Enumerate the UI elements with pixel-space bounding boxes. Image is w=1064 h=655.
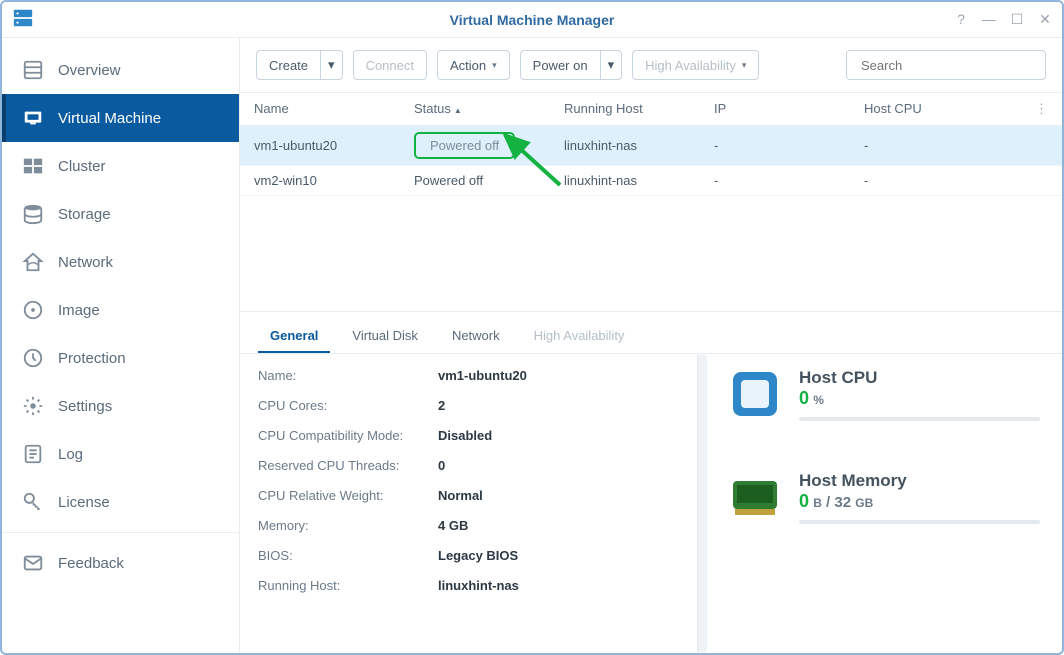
sidebar-item-feedback[interactable]: Feedback bbox=[2, 539, 239, 587]
toolbar: Create ▾ Connect Action Power on ▾ High … bbox=[240, 38, 1062, 93]
prop-key-rhost: Running Host: bbox=[258, 578, 438, 593]
sidebar-item-label: Virtual Machine bbox=[58, 110, 161, 127]
window-title: Virtual Machine Manager bbox=[2, 12, 1062, 28]
sidebar-item-label: Log bbox=[58, 446, 83, 463]
sidebar-item-label: Feedback bbox=[58, 555, 124, 572]
cell-name: vm2-win10 bbox=[240, 165, 400, 195]
stat-mem-bar bbox=[799, 520, 1040, 524]
sidebar-item-storage[interactable]: Storage bbox=[2, 190, 239, 238]
cpu-icon bbox=[729, 368, 781, 420]
table-row[interactable]: vm2-win10 Powered off linuxhint-nas - - bbox=[240, 165, 1062, 195]
detail-panel: General Virtual Disk Network High Availa… bbox=[240, 311, 1062, 653]
sort-asc-icon: ▲ bbox=[454, 106, 462, 115]
cell-cpu: - bbox=[850, 125, 1062, 165]
cell-cpu: - bbox=[850, 165, 1062, 195]
sidebar-item-label: Overview bbox=[58, 62, 121, 79]
col-host-cpu[interactable]: Host CPU⋮ bbox=[850, 93, 1062, 125]
sidebar-item-cluster[interactable]: Cluster bbox=[2, 142, 239, 190]
vm-table: Name Status▲ Running Host IP Host CPU⋮ v… bbox=[240, 93, 1062, 196]
detail-tabs: General Virtual Disk Network High Availa… bbox=[240, 312, 1062, 354]
prop-key-reserved: Reserved CPU Threads: bbox=[258, 458, 438, 473]
sidebar-item-label: Network bbox=[58, 254, 113, 271]
prop-val-memory: 4 GB bbox=[438, 518, 468, 533]
power-on-dropdown-icon[interactable]: ▾ bbox=[600, 50, 623, 80]
prop-val-compat: Disabled bbox=[438, 428, 492, 443]
stat-host-memory: Host Memory 0 B / 32 GB bbox=[729, 471, 1040, 524]
search-input[interactable] bbox=[861, 58, 1037, 73]
scrollbar[interactable] bbox=[699, 354, 707, 653]
create-dropdown-icon[interactable]: ▾ bbox=[320, 50, 343, 80]
sidebar-item-license[interactable]: License bbox=[2, 478, 239, 526]
prop-key-cores: CPU Cores: bbox=[258, 398, 438, 413]
search-box[interactable] bbox=[846, 50, 1046, 80]
prop-val-weight: Normal bbox=[438, 488, 483, 503]
create-button[interactable]: Create bbox=[256, 50, 320, 80]
stat-host-cpu: Host CPU 0 % bbox=[729, 368, 1040, 421]
prop-val-reserved: 0 bbox=[438, 458, 445, 473]
prop-key-memory: Memory: bbox=[258, 518, 438, 533]
cell-ip: - bbox=[700, 125, 850, 165]
sidebar-item-overview[interactable]: Overview bbox=[2, 46, 239, 94]
main-panel: Create ▾ Connect Action Power on ▾ High … bbox=[240, 38, 1062, 653]
vm-table-wrap: Name Status▲ Running Host IP Host CPU⋮ v… bbox=[240, 93, 1062, 311]
titlebar: Virtual Machine Manager ? — ☐ ✕ bbox=[2, 2, 1062, 38]
help-icon[interactable]: ? bbox=[954, 11, 968, 28]
sidebar-item-label: Storage bbox=[58, 206, 111, 223]
stat-cpu-bar bbox=[799, 417, 1040, 421]
connect-button[interactable]: Connect bbox=[353, 50, 427, 80]
high-availability-button[interactable]: High Availability bbox=[632, 50, 759, 80]
col-running-host[interactable]: Running Host bbox=[550, 93, 700, 125]
tab-general[interactable]: General bbox=[258, 320, 330, 353]
app-window: Virtual Machine Manager ? — ☐ ✕ Overview… bbox=[0, 0, 1064, 655]
sidebar-item-label: License bbox=[58, 494, 110, 511]
table-row[interactable]: vm1-ubuntu20 Powered off linuxhint-nas -… bbox=[240, 125, 1062, 165]
memory-icon bbox=[729, 471, 781, 523]
sidebar-item-settings[interactable]: Settings bbox=[2, 382, 239, 430]
power-on-button[interactable]: Power on bbox=[520, 50, 600, 80]
cell-host: linuxhint-nas bbox=[550, 125, 700, 165]
stat-mem-title: Host Memory bbox=[799, 471, 1040, 491]
table-header-row: Name Status▲ Running Host IP Host CPU⋮ bbox=[240, 93, 1062, 125]
tab-high-availability[interactable]: High Availability bbox=[522, 320, 637, 353]
column-menu-icon[interactable]: ⋮ bbox=[1035, 101, 1048, 117]
col-status[interactable]: Status▲ bbox=[400, 93, 550, 125]
sidebar-item-image[interactable]: Image bbox=[2, 286, 239, 334]
sidebar: Overview Virtual Machine Cluster Storage… bbox=[2, 38, 240, 653]
stats-panel: Host CPU 0 % Host Memory 0 B / 32 GB bbox=[707, 354, 1062, 653]
general-properties: Name:vm1-ubuntu20 CPU Cores:2 CPU Compat… bbox=[240, 354, 699, 653]
minimize-icon[interactable]: — bbox=[982, 11, 996, 28]
annotation-arrow-icon bbox=[490, 125, 570, 195]
prop-val-rhost: linuxhint-nas bbox=[438, 578, 519, 593]
prop-key-name: Name: bbox=[258, 368, 438, 383]
prop-val-cores: 2 bbox=[438, 398, 445, 413]
stat-mem-value: 0 B / 32 GB bbox=[799, 491, 1040, 512]
prop-key-bios: BIOS: bbox=[258, 548, 438, 563]
maximize-icon[interactable]: ☐ bbox=[1010, 11, 1024, 28]
close-icon[interactable]: ✕ bbox=[1038, 11, 1052, 28]
col-ip[interactable]: IP bbox=[700, 93, 850, 125]
sidebar-item-network[interactable]: Network bbox=[2, 238, 239, 286]
sidebar-item-label: Image bbox=[58, 302, 100, 319]
stat-cpu-title: Host CPU bbox=[799, 368, 1040, 388]
prop-key-compat: CPU Compatibility Mode: bbox=[258, 428, 438, 443]
sidebar-item-label: Protection bbox=[58, 350, 126, 367]
stat-cpu-value: 0 % bbox=[799, 388, 1040, 409]
col-name[interactable]: Name bbox=[240, 93, 400, 125]
sidebar-item-protection[interactable]: Protection bbox=[2, 334, 239, 382]
action-button[interactable]: Action bbox=[437, 50, 510, 80]
sidebar-item-virtual-machine[interactable]: Virtual Machine bbox=[2, 94, 239, 142]
cell-name: vm1-ubuntu20 bbox=[240, 125, 400, 165]
cell-host: linuxhint-nas bbox=[550, 165, 700, 195]
tab-network[interactable]: Network bbox=[440, 320, 512, 353]
tab-virtual-disk[interactable]: Virtual Disk bbox=[340, 320, 430, 353]
prop-val-bios: Legacy BIOS bbox=[438, 548, 518, 563]
sidebar-item-label: Cluster bbox=[58, 158, 106, 175]
sidebar-item-log[interactable]: Log bbox=[2, 430, 239, 478]
cell-ip: - bbox=[700, 165, 850, 195]
sidebar-item-label: Settings bbox=[58, 398, 112, 415]
app-icon bbox=[12, 7, 34, 32]
prop-val-name: vm1-ubuntu20 bbox=[438, 368, 527, 383]
prop-key-weight: CPU Relative Weight: bbox=[258, 488, 438, 503]
